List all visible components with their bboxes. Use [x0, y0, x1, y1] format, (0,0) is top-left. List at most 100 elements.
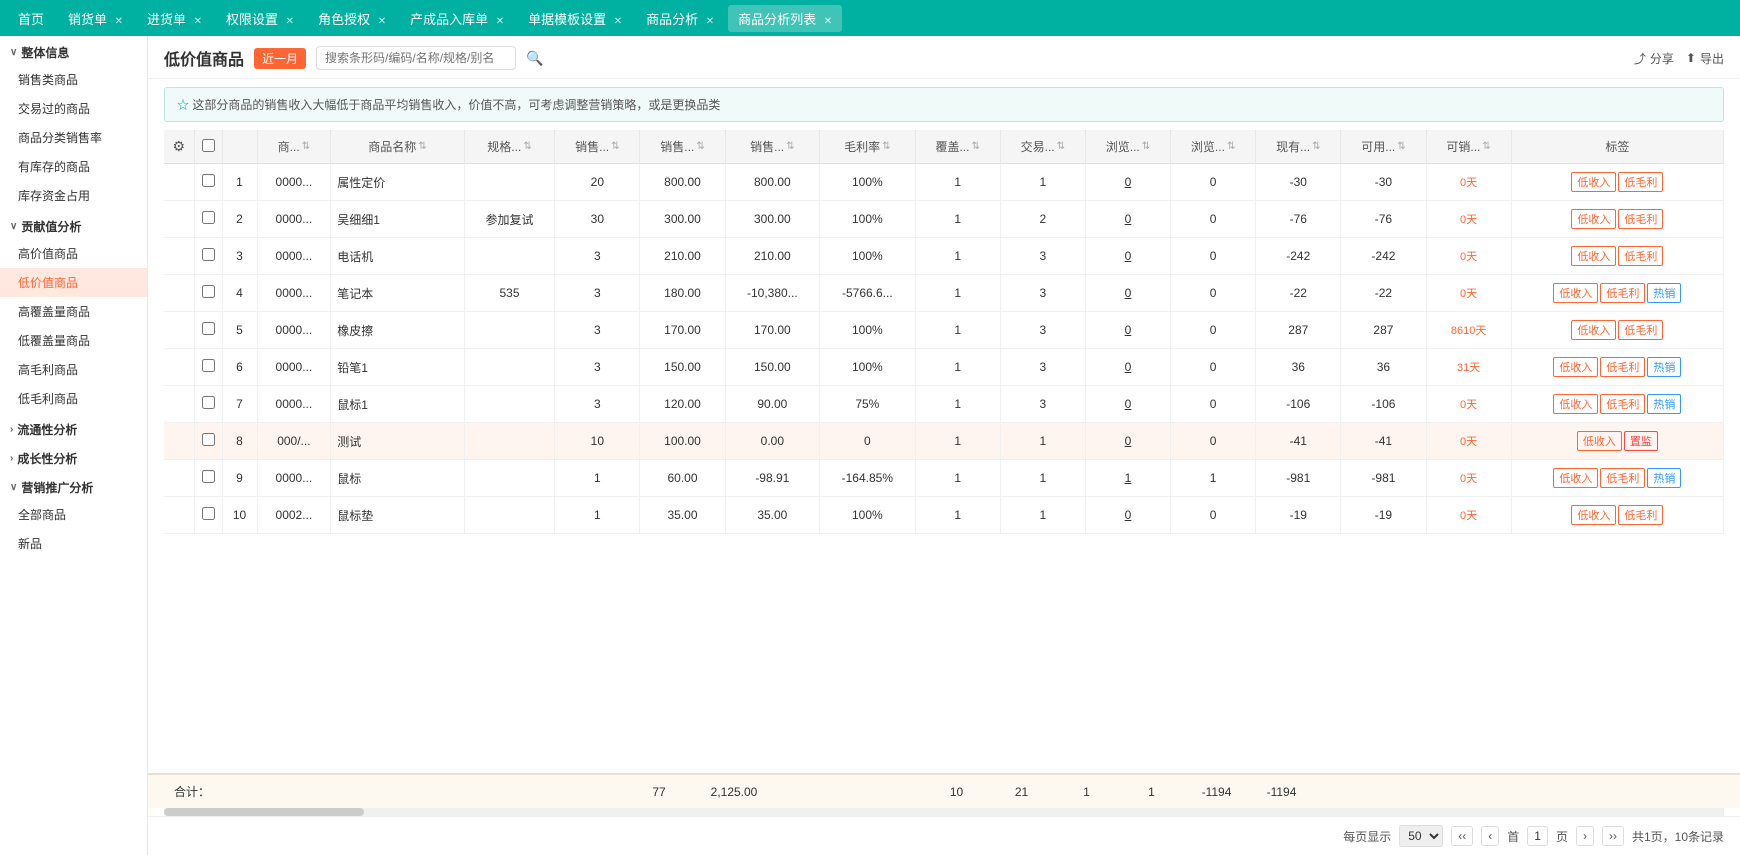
row-checkbox[interactable]	[202, 359, 215, 372]
sort-icon-browse2[interactable]: ⇅	[1227, 141, 1235, 152]
nav-close-role[interactable]: ✕	[378, 16, 386, 27]
nav-goods-analysis-list[interactable]: 商品分析列表 ✕	[728, 5, 842, 32]
search-icon[interactable]: 🔍	[526, 50, 543, 67]
sort-icon-current[interactable]: ⇅	[1312, 141, 1320, 152]
sidebar-item-stock-goods[interactable]: 有库存的商品	[0, 152, 147, 181]
row-checkbox[interactable]	[202, 285, 215, 298]
sort-icon-available[interactable]: ⇅	[1397, 141, 1405, 152]
cell-available: 287	[1341, 312, 1426, 349]
page-number[interactable]: 1	[1527, 826, 1548, 846]
row-checkbox[interactable]	[202, 470, 215, 483]
nav-close-purchase[interactable]: ✕	[194, 16, 202, 27]
sidebar-item-category-rate[interactable]: 商品分类销售率	[0, 123, 147, 152]
horizontal-scrollbar[interactable]	[164, 808, 1724, 816]
browse1-link[interactable]: 0	[1125, 397, 1132, 411]
sidebar-item-traded-goods[interactable]: 交易过的商品	[0, 94, 147, 123]
cell-checkbox[interactable]	[194, 275, 222, 312]
cell-checkbox[interactable]	[194, 164, 222, 201]
sort-icon-spec[interactable]: ⇅	[523, 141, 531, 152]
prev-page-button[interactable]: ‹	[1481, 826, 1499, 846]
browse1-link[interactable]: 0	[1125, 434, 1132, 448]
cell-checkbox[interactable]	[194, 238, 222, 275]
sidebar-item-high-value[interactable]: 高价值商品	[0, 239, 147, 268]
nav-home[interactable]: 首页	[8, 5, 54, 32]
export-button[interactable]: ⬆ 导出	[1686, 50, 1724, 67]
per-page-select[interactable]: 50	[1399, 825, 1443, 847]
browse1-link[interactable]: 0	[1125, 508, 1132, 522]
sort-icon-coverage[interactable]: ⇅	[971, 141, 979, 152]
nav-close-product-stock[interactable]: ✕	[496, 16, 504, 27]
scrollbar-thumb[interactable]	[164, 808, 364, 816]
nav-purchase-order[interactable]: 进货单 ✕	[137, 5, 212, 32]
sort-icon-code[interactable]: ⇅	[302, 141, 310, 152]
browse1-link[interactable]: 0	[1125, 286, 1132, 300]
tag-badge: 热销	[1647, 468, 1681, 488]
sort-icon-browse1[interactable]: ⇅	[1142, 141, 1150, 152]
nav-sales-order[interactable]: 销货单 ✕	[58, 5, 133, 32]
period-tag[interactable]: 近一月	[254, 48, 306, 69]
share-button[interactable]: ⤴ 分享	[1634, 50, 1674, 67]
row-checkbox[interactable]	[202, 322, 215, 335]
browse1-link[interactable]: 0	[1125, 360, 1132, 374]
sidebar-item-low-margin[interactable]: 低毛利商品	[0, 384, 147, 413]
row-checkbox[interactable]	[202, 507, 215, 520]
cell-spec	[464, 349, 555, 386]
last-page-button[interactable]: ››	[1602, 826, 1624, 846]
cell-no: 6	[222, 349, 257, 386]
sidebar-item-all-goods[interactable]: 全部商品	[0, 500, 147, 529]
settings-icon[interactable]: ⚙	[172, 138, 185, 154]
cell-checkbox[interactable]	[194, 460, 222, 497]
sort-icon-sales-price[interactable]: ⇅	[786, 141, 794, 152]
search-input[interactable]	[316, 46, 516, 70]
sidebar-item-capital[interactable]: 库存资金占用	[0, 181, 147, 210]
sidebar-group-growth[interactable]: › 成长性分析	[0, 442, 147, 471]
nav-role-auth[interactable]: 角色授权 ✕	[308, 5, 396, 32]
sort-icon-transaction[interactable]: ⇅	[1057, 141, 1065, 152]
sort-icon-saleable[interactable]: ⇅	[1482, 141, 1490, 152]
table-row: 6 0000... 铅笔1 3 150.00 150.00 100% 1 3 0…	[164, 349, 1724, 386]
sort-icon-sales-amt[interactable]: ⇅	[696, 141, 704, 152]
nav-product-stock[interactable]: 产成品入库单 ✕	[400, 5, 514, 32]
cell-browse2: 0	[1171, 497, 1256, 534]
sidebar-item-high-margin[interactable]: 高毛利商品	[0, 355, 147, 384]
sidebar-item-low-value[interactable]: 低价值商品	[0, 268, 147, 297]
row-checkbox[interactable]	[202, 211, 215, 224]
browse1-link[interactable]: 1	[1125, 471, 1132, 485]
sort-icon-name[interactable]: ⇅	[418, 141, 426, 152]
cell-checkbox[interactable]	[194, 497, 222, 534]
select-all-checkbox[interactable]	[202, 139, 215, 152]
sidebar-item-sales-goods[interactable]: 销售类商品	[0, 65, 147, 94]
sidebar-group-contribution[interactable]: ∨ 贡献值分析	[0, 210, 147, 239]
browse1-link[interactable]: 0	[1125, 323, 1132, 337]
sidebar-group-liquidity[interactable]: › 流通性分析	[0, 413, 147, 442]
cell-checkbox[interactable]	[194, 312, 222, 349]
nav-template-setting[interactable]: 单据模板设置 ✕	[518, 5, 632, 32]
browse1-link[interactable]: 0	[1125, 212, 1132, 226]
sort-icon-gross-margin[interactable]: ⇅	[882, 141, 890, 152]
row-checkbox[interactable]	[202, 174, 215, 187]
next-page-button[interactable]: ›	[1576, 826, 1594, 846]
row-checkbox[interactable]	[202, 248, 215, 261]
nav-permission[interactable]: 权限设置 ✕	[216, 5, 304, 32]
first-page-button[interactable]: ‹‹	[1451, 826, 1473, 846]
nav-close-goods-list[interactable]: ✕	[824, 16, 832, 27]
row-checkbox[interactable]	[202, 396, 215, 409]
nav-goods-analysis[interactable]: 商品分析 ✕	[636, 5, 724, 32]
sidebar-item-new-goods[interactable]: 新品	[0, 529, 147, 558]
nav-close-template[interactable]: ✕	[614, 16, 622, 27]
sort-icon-sales-qty[interactable]: ⇅	[611, 141, 619, 152]
sidebar-item-low-coverage[interactable]: 低覆盖量商品	[0, 326, 147, 355]
nav-close-goods-analysis[interactable]: ✕	[706, 16, 714, 27]
browse1-link[interactable]: 0	[1125, 175, 1132, 189]
cell-checkbox[interactable]	[194, 201, 222, 238]
nav-close-sales[interactable]: ✕	[115, 16, 123, 27]
sidebar-item-high-coverage[interactable]: 高覆盖量商品	[0, 297, 147, 326]
sidebar-group-marketing[interactable]: ∨ 营销推广分析	[0, 471, 147, 500]
browse1-link[interactable]: 0	[1125, 249, 1132, 263]
row-checkbox[interactable]	[202, 433, 215, 446]
cell-checkbox[interactable]	[194, 386, 222, 423]
nav-close-permission[interactable]: ✕	[286, 16, 294, 27]
sidebar-group-overall[interactable]: ∨ 整体信息	[0, 36, 147, 65]
cell-checkbox[interactable]	[194, 349, 222, 386]
cell-checkbox[interactable]	[194, 423, 222, 460]
